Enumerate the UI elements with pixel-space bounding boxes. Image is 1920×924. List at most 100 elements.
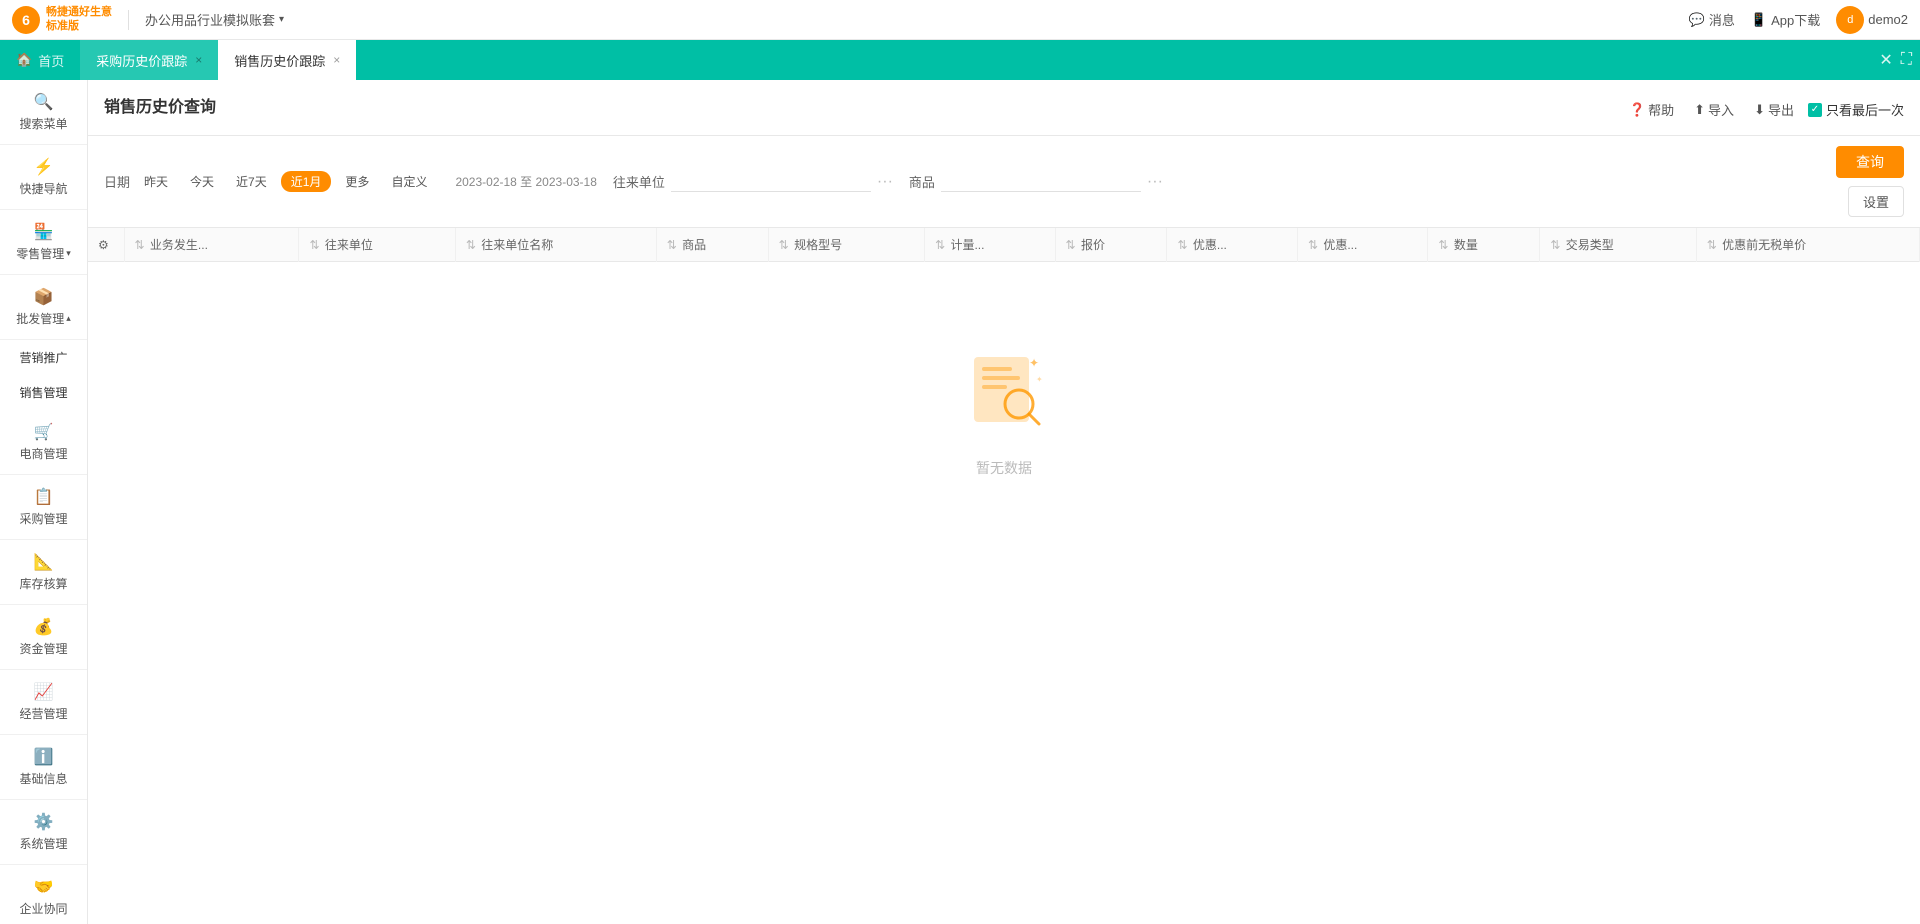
table-header: ⚙ ⇅ 业务发生... ⇅ 往来单位 ⇅ 往来单位名称 [88, 228, 1920, 262]
sort-icon-spec[interactable]: ⇅ [779, 238, 789, 252]
sort-icon-goods[interactable]: ⇅ [667, 238, 677, 252]
sort-icon-trading-unit[interactable]: ⇅ [309, 238, 319, 252]
tab-sales-history[interactable]: 销售历史价跟踪 × [218, 40, 356, 80]
col-trade-type[interactable]: ⇅ 交易类型 [1540, 228, 1696, 262]
sidebar-item-ecommerce-mgmt[interactable]: 🛒 电商管理 [0, 410, 87, 475]
sort-icon-biz-date[interactable]: ⇅ [135, 238, 145, 252]
data-table: ⚙ ⇅ 业务发生... ⇅ 往来单位 ⇅ 往来单位名称 [88, 228, 1920, 262]
tab-sales-close[interactable]: × [333, 53, 340, 67]
empty-state: ✦ ✦ 暂无数据 [88, 262, 1920, 558]
col-biz-date[interactable]: ⇅ 业务发生... [124, 228, 299, 262]
top-bar-right: 💬 消息 📱 App下载 d demo2 [1689, 6, 1908, 34]
collab-icon: 🤝 [34, 877, 54, 897]
setting-button[interactable]: 设置 [1848, 186, 1904, 217]
sidebar-item-search-menu[interactable]: 🔍 搜索菜单 [0, 80, 87, 145]
sidebar-item-system-mgmt[interactable]: ⚙️ 系统管理 [0, 800, 87, 865]
table-area: ⚙ ⇅ 业务发生... ⇅ 往来单位 ⇅ 往来单位名称 [88, 228, 1920, 924]
col-quantity[interactable]: ⇅ 数量 [1428, 228, 1540, 262]
sidebar: 🔍 搜索菜单 ⚡ 快捷导航 🏪 零售管理 ▾ 📦 批发管理 ▴ 营销推广 销售管… [0, 80, 88, 924]
sort-icon-trade-type[interactable]: ⇅ [1550, 238, 1560, 252]
date-range-display: 2023-02-18 至 2023-03-18 [455, 173, 596, 190]
tab-purchase-history[interactable]: 采购历史价跟踪 × [80, 40, 218, 80]
goods-picker[interactable]: ··· [1147, 173, 1163, 191]
empty-text: 暂无数据 [976, 458, 1032, 478]
sort-icon-discount1[interactable]: ⇅ [1177, 238, 1187, 252]
purchase-icon: 📋 [34, 487, 54, 507]
logo-area: 6 畅捷通好生意 标准版 [12, 6, 112, 34]
date-btn-1month[interactable]: 近1月 [281, 171, 332, 192]
goods-input[interactable] [941, 172, 1141, 192]
sidebar-item-inventory-calc[interactable]: 📐 库存核算 [0, 540, 87, 605]
help-button[interactable]: ❓ 帮助 [1623, 98, 1680, 121]
chevron-down-icon: ▾ [279, 14, 284, 25]
user-profile[interactable]: d demo2 [1836, 6, 1908, 34]
import-button[interactable]: ⬆ 导入 [1688, 98, 1740, 121]
app-download-button[interactable]: 📱 App下载 [1751, 10, 1820, 29]
retail-icon: 🏪 [34, 222, 54, 242]
sort-icon-trading-unit-name[interactable]: ⇅ [466, 238, 476, 252]
col-spec[interactable]: ⇅ 规格型号 [768, 228, 924, 262]
inventory-icon: 📐 [34, 552, 54, 572]
sort-icon-quantity[interactable]: ⇅ [1438, 238, 1448, 252]
date-btn-7days[interactable]: 近7天 [228, 171, 275, 192]
avatar: d [1836, 6, 1864, 34]
only-last-checkbox-label[interactable]: ✓ 只看最后一次 [1808, 100, 1904, 119]
sort-icon-discount2[interactable]: ⇅ [1308, 238, 1318, 252]
export-button[interactable]: ⬇ 导出 [1748, 98, 1800, 121]
col-unit[interactable]: ⇅ 计量... [925, 228, 1055, 262]
sidebar-item-purchase-mgmt[interactable]: 📋 采购管理 [0, 475, 87, 540]
tab-home[interactable]: 🏠 首页 [0, 40, 80, 80]
goods-filter: 商品 ··· [909, 172, 1163, 192]
trading-unit-filter: 往来单位 ··· [613, 172, 893, 192]
query-button[interactable]: 查询 [1836, 146, 1904, 178]
top-bar-left: 6 畅捷通好生意 标准版 办公用品行业模拟账套 ▾ [12, 6, 284, 34]
col-settings[interactable]: ⚙ [88, 228, 124, 262]
finance-icon: 💰 [34, 617, 54, 637]
sidebar-item-sales-mgmt[interactable]: 销售管理 [0, 375, 87, 410]
table-settings-icon[interactable]: ⚙ [98, 238, 109, 252]
sidebar-item-quick-nav[interactable]: ⚡ 快捷导航 [0, 145, 87, 210]
col-discount2[interactable]: ⇅ 优惠... [1297, 228, 1427, 262]
sidebar-item-enterprise-collab[interactable]: 🤝 企业协同 [0, 865, 87, 924]
top-bar: 6 畅捷通好生意 标准版 办公用品行业模拟账套 ▾ 💬 消息 📱 App下载 d… [0, 0, 1920, 40]
sort-icon-pretax-price[interactable]: ⇅ [1707, 238, 1717, 252]
import-icon: ⬆ [1694, 102, 1705, 118]
col-trading-unit-name[interactable]: ⇅ 往来单位名称 [455, 228, 656, 262]
col-pretax-price[interactable]: ⇅ 优惠前无税单价 [1696, 228, 1919, 262]
date-btn-more[interactable]: 更多 [337, 171, 377, 192]
col-goods[interactable]: ⇅ 商品 [656, 228, 768, 262]
close-all-tabs-button[interactable]: ✕ [1879, 50, 1892, 70]
export-icon: ⬇ [1754, 102, 1765, 118]
svg-text:✦: ✦ [1029, 356, 1039, 370]
message-button[interactable]: 💬 消息 [1689, 10, 1735, 29]
goods-label: 商品 [909, 172, 935, 191]
sidebar-item-basic-info[interactable]: ℹ️ 基础信息 [0, 735, 87, 800]
search-icon: 🔍 [34, 92, 54, 112]
trading-unit-input[interactable] [671, 172, 871, 192]
sidebar-item-finance-mgmt[interactable]: 💰 资金管理 [0, 605, 87, 670]
sort-icon-quoted-price[interactable]: ⇅ [1066, 238, 1076, 252]
only-last-checkbox[interactable]: ✓ [1808, 103, 1822, 117]
operations-icon: 📈 [34, 682, 54, 702]
quick-nav-icon: ⚡ [34, 157, 54, 177]
col-discount1[interactable]: ⇅ 优惠... [1167, 228, 1297, 262]
date-btn-today[interactable]: 今天 [182, 171, 222, 192]
col-quoted-price[interactable]: ⇅ 报价 [1055, 228, 1167, 262]
col-trading-unit-code[interactable]: ⇅ 往来单位 [299, 228, 455, 262]
sidebar-item-retail-mgmt[interactable]: 🏪 零售管理 ▾ [0, 210, 87, 275]
page-toolbar: ❓ 帮助 ⬆ 导入 ⬇ 导出 ✓ 只看最后一次 [1623, 92, 1904, 127]
sidebar-item-operations-mgmt[interactable]: 📈 经营管理 [0, 670, 87, 735]
download-icon: 📱 [1751, 12, 1767, 28]
sidebar-item-wholesale-mgmt[interactable]: 📦 批发管理 ▴ [0, 275, 87, 340]
date-btn-yesterday[interactable]: 昨天 [136, 171, 176, 192]
help-icon: ❓ [1629, 102, 1645, 118]
tab-purchase-close[interactable]: × [195, 53, 202, 67]
date-btn-custom[interactable]: 自定义 [383, 171, 435, 192]
maximize-button[interactable]: ⛶ [1901, 51, 1912, 69]
trading-unit-picker[interactable]: ··· [877, 173, 893, 191]
filter-right: 查询 设置 [1836, 146, 1904, 217]
sidebar-item-marketing-promo[interactable]: 营销推广 [0, 340, 87, 375]
sort-icon-unit[interactable]: ⇅ [935, 238, 945, 252]
date-filter-group: 日期 昨天 今天 近7天 近1月 更多 自定义 [104, 171, 435, 192]
app-selector[interactable]: 办公用品行业模拟账套 ▾ [145, 10, 284, 29]
